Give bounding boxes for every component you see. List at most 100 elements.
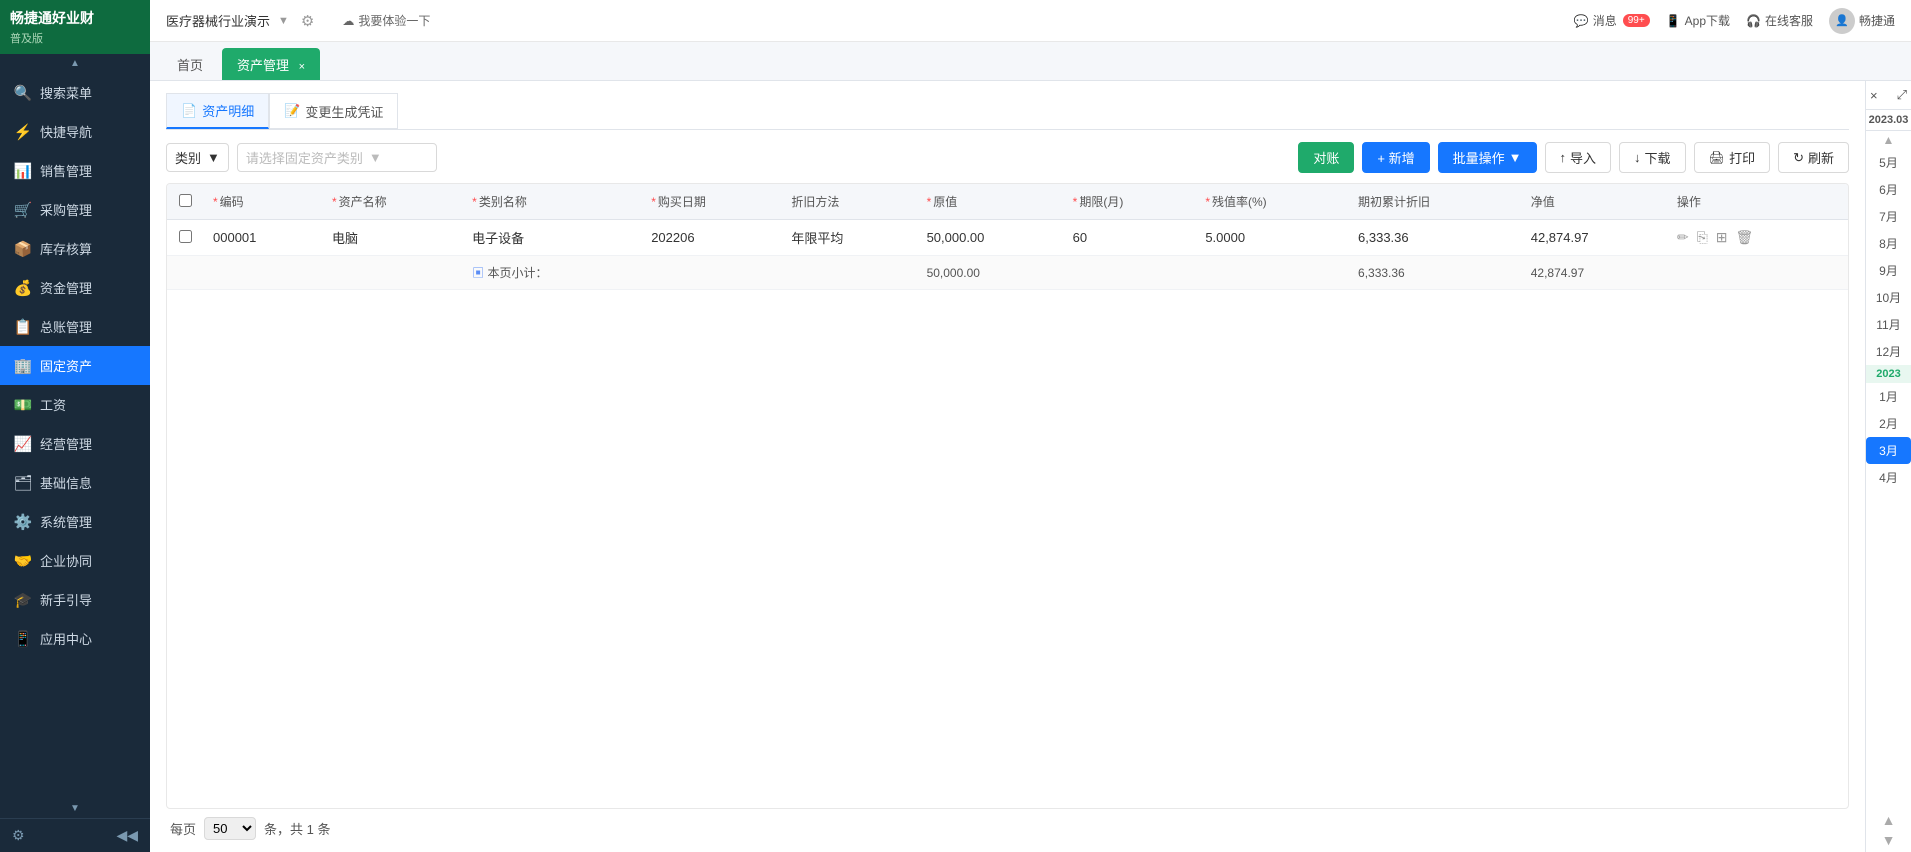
sidebar-item-operations[interactable]: 📈 经营管理 xyxy=(0,424,150,463)
delete-icon[interactable]: 🗑 xyxy=(1736,229,1754,246)
tab-close-icon[interactable]: × xyxy=(299,61,305,73)
sidebar-item-ledger[interactable]: 📋 总账管理 xyxy=(0,307,150,346)
th-net-value: 净值 xyxy=(1521,184,1667,220)
batch-dropdown-icon: ▼ xyxy=(1509,150,1522,165)
sidebar-item-label: 固定资产 xyxy=(40,356,92,375)
rp-up-icon[interactable]: ▲ xyxy=(1882,812,1896,828)
per-page-select[interactable]: 50 20 100 xyxy=(204,817,256,840)
sidebar-item-guide[interactable]: 🎓 新手引导 xyxy=(0,580,150,619)
reconcile-label: 对账 xyxy=(1313,148,1339,167)
rp-month-11[interactable]: 11月 xyxy=(1866,311,1911,338)
import-label: 导入 xyxy=(1570,148,1596,167)
sidebar-item-purchase[interactable]: 🛒 采购管理 xyxy=(0,190,150,229)
rp-month-7[interactable]: 7月 xyxy=(1866,203,1911,230)
rp-expand-icon[interactable]: ⤢ xyxy=(1897,87,1907,103)
rp-month-3[interactable]: 3月 xyxy=(1866,437,1911,464)
rp-month-4[interactable]: 4月 xyxy=(1866,464,1911,491)
sidebar-item-sales[interactable]: 📊 销售管理 xyxy=(0,151,150,190)
rp-close-icon[interactable]: × xyxy=(1870,88,1878,103)
messages-label: 消息 xyxy=(1593,12,1617,29)
batch-label: 批量操作 xyxy=(1453,148,1505,167)
th-category: *类别名称 xyxy=(462,184,641,220)
topbar-left: 医疗器械行业演示 ▼ ⚙ ☁ 我要体验一下 xyxy=(166,11,1574,30)
sidebar-item-search[interactable]: 🔍 搜索菜单 xyxy=(0,73,150,112)
total-text: 条，共 1 条 xyxy=(264,819,330,838)
user-action[interactable]: 👤 畅捷通 xyxy=(1829,8,1895,34)
th-ops: 操作 xyxy=(1667,184,1848,220)
print-button[interactable]: 🖨 打印 xyxy=(1694,142,1771,173)
refresh-button[interactable]: ↻ 刷新 xyxy=(1778,142,1849,173)
sidebar-item-payroll[interactable]: 💵 工资 xyxy=(0,385,150,424)
tab-asset-mgmt[interactable]: 资产管理 × xyxy=(222,48,320,80)
sidebar-item-label: 系统管理 xyxy=(40,512,92,531)
sidebar-item-cooperation[interactable]: 🤝 企业协同 xyxy=(0,541,150,580)
row-checkbox[interactable] xyxy=(179,230,192,243)
select-all-checkbox[interactable] xyxy=(179,194,192,207)
reconcile-button[interactable]: 对账 xyxy=(1298,142,1354,173)
rp-month-1[interactable]: 1月 xyxy=(1866,383,1911,410)
right-panel: × ⤢ 2023.03 ▲ 5月 6月 7月 8月 9月 10月 11月 12月… xyxy=(1865,81,1911,852)
asset-table: *编码 *资产名称 *类别名称 *购买日期 折旧方法 *原值 *期限(月) *残… xyxy=(167,184,1848,290)
money-icon: 💰 xyxy=(14,279,32,297)
category-filter-arrow: ▼ xyxy=(207,150,220,165)
cloud-icon: ☁ xyxy=(342,14,354,28)
sidebar-item-fixedasset[interactable]: 🏢 固定资产 xyxy=(0,346,150,385)
sidebar-scroll-up[interactable]: ▲ xyxy=(0,54,150,73)
rp-month-10[interactable]: 10月 xyxy=(1866,284,1911,311)
main-area: 医疗器械行业演示 ▼ ⚙ ☁ 我要体验一下 💬 消息 99+ 📱 App下载 🎧… xyxy=(150,0,1911,852)
sidebar-item-label: 企业协同 xyxy=(40,551,92,570)
batch-button[interactable]: 批量操作 ▼ xyxy=(1438,142,1537,173)
subtotal-empty-checkbox xyxy=(167,256,203,290)
edit-icon[interactable]: ✏ xyxy=(1677,229,1689,246)
sidebar-item-inventory[interactable]: 📦 库存核算 xyxy=(0,229,150,268)
subtab-asset-detail[interactable]: 📄 资产明细 xyxy=(166,93,269,129)
subtotal-label: 本页小计： xyxy=(488,266,548,280)
rp-month-9[interactable]: 9月 xyxy=(1866,257,1911,284)
settings-icon[interactable]: ⚙ xyxy=(12,827,25,844)
rp-month-5[interactable]: 5月 xyxy=(1866,149,1911,176)
sidebar-item-sysmanage[interactable]: ⚙️ 系统管理 xyxy=(0,502,150,541)
rp-header: × ⤢ xyxy=(1866,81,1911,110)
rp-month-8[interactable]: 8月 xyxy=(1866,230,1911,257)
subtab-change-voucher[interactable]: 📝 变更生成凭证 xyxy=(269,93,398,129)
add-button[interactable]: + 新增 xyxy=(1362,142,1429,173)
copy-icon[interactable]: ⎘ xyxy=(1697,229,1708,246)
company-settings-icon[interactable]: ⚙ xyxy=(301,12,314,30)
sidebar-item-basicinfo[interactable]: 🗂 基础信息 xyxy=(0,463,150,502)
experience-area: ☁ 我要体验一下 xyxy=(342,12,430,29)
sidebar-item-quicknav[interactable]: ⚡ 快捷导航 xyxy=(0,112,150,151)
collapse-icon[interactable]: ◀◀ xyxy=(116,827,138,844)
tab-home[interactable]: 首页 xyxy=(162,48,218,80)
rp-down-icon[interactable]: ▼ xyxy=(1882,832,1896,848)
more-icon[interactable]: ⊞ xyxy=(1716,229,1728,246)
row-checkbox-cell xyxy=(167,220,203,256)
tab-home-label: 首页 xyxy=(177,58,203,73)
rp-month-12[interactable]: 12月 xyxy=(1866,338,1911,365)
rp-month-2[interactable]: 2月 xyxy=(1866,410,1911,437)
refresh-icon: ↻ xyxy=(1793,150,1804,166)
cell-original-value: 50,000.00 xyxy=(917,220,1063,256)
rp-bottom: ▲ ▼ xyxy=(1878,808,1900,852)
chart-icon: 📊 xyxy=(14,162,32,180)
app-download-action[interactable]: 📱 App下载 xyxy=(1666,12,1730,29)
handshake-icon: 🤝 xyxy=(14,552,32,570)
experience-label[interactable]: 我要体验一下 xyxy=(358,12,430,29)
sidebar-bottom: ⚙ ◀◀ xyxy=(0,818,150,852)
company-dropdown-icon[interactable]: ▼ xyxy=(278,15,289,27)
subtotal-row: ▣ 本页小计： 50,000.00 6,333.36 42,874.97 xyxy=(167,256,1848,290)
sidebar-scroll-down[interactable]: ▼ xyxy=(0,799,150,818)
rp-month-6[interactable]: 6月 xyxy=(1866,176,1911,203)
category-filter-select[interactable]: 类别 ▼ xyxy=(166,143,229,172)
content-main: 📄 资产明细 📝 变更生成凭证 类别 ▼ 请选择固定资产类别 xyxy=(150,81,1865,852)
rp-scroll-up[interactable]: ▲ xyxy=(1866,131,1911,149)
online-support-action[interactable]: 🎧 在线客服 xyxy=(1746,12,1813,29)
th-name: *资产名称 xyxy=(322,184,462,220)
category-value-arrow: ▼ xyxy=(369,150,382,165)
category-value-select[interactable]: 请选择固定资产类别 ▼ xyxy=(237,143,437,172)
th-period: *期限(月) xyxy=(1063,184,1196,220)
import-button[interactable]: ↑ 导入 xyxy=(1545,142,1612,173)
sidebar-item-appcenter[interactable]: 📱 应用中心 xyxy=(0,619,150,658)
download-button[interactable]: ↓ 下载 xyxy=(1619,142,1686,173)
messages-action[interactable]: 💬 消息 99+ xyxy=(1574,12,1650,29)
sidebar-item-fund[interactable]: 💰 资金管理 xyxy=(0,268,150,307)
